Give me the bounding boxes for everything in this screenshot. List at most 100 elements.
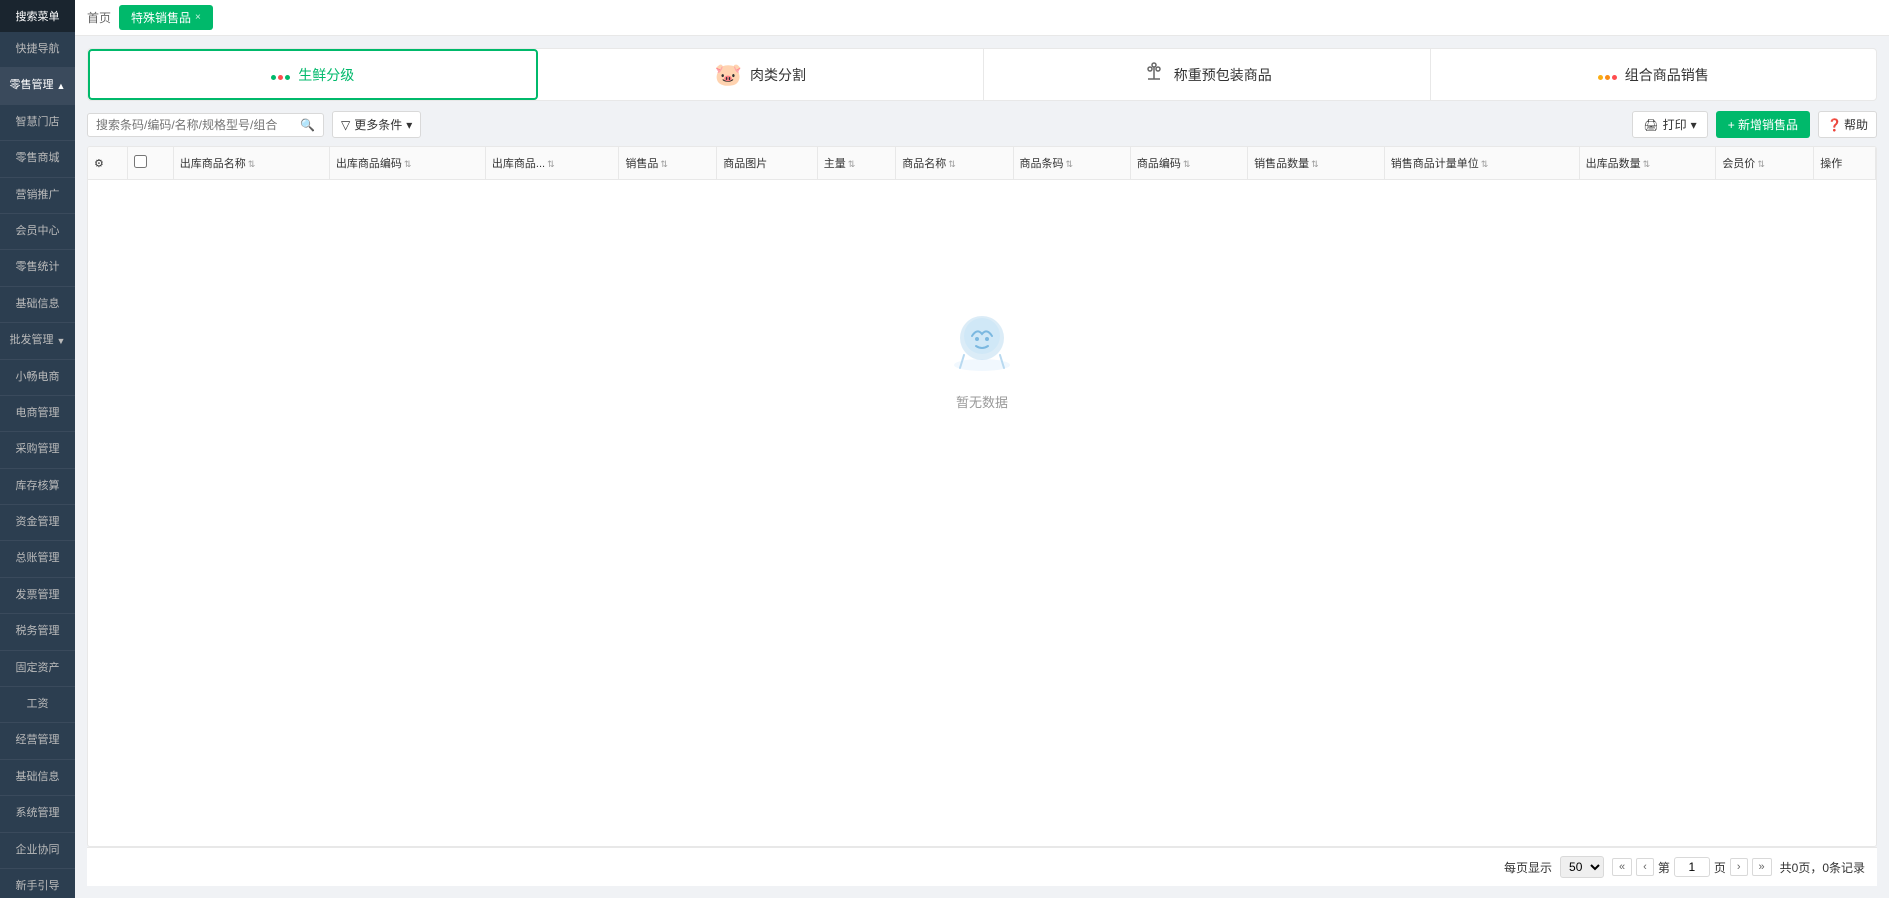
sort-icon[interactable]: ⇅ [404,159,412,169]
col-out-spec: 出库商品...⇅ [485,147,618,180]
col-main-weight: 主量⇅ [817,147,896,180]
fresh-grade-icon [271,67,290,83]
sidebar-item-inventory[interactable]: 库存核算 [0,469,75,505]
data-table: ⚙ 出库商品名称⇅ 出库商品编码⇅ 出库商品...⇅ 销售品⇅ 商品图片 主量⇅… [87,146,1877,847]
col-action: 操作 [1814,147,1876,180]
scale-icon [1142,61,1166,88]
chevron-down-icon: ▲ [57,80,66,93]
col-sale-qty: 销售品数量⇅ [1248,147,1385,180]
sidebar-item-basic-info[interactable]: 基础信息 [0,287,75,323]
filter-label: 更多条件 [354,116,402,133]
sidebar-logo[interactable]: 搜索菜单 [0,0,75,32]
sort-icon[interactable]: ⇅ [248,159,256,169]
help-button[interactable]: ❓ 帮助 [1818,111,1877,138]
col-sale-unit: 销售商品计量单位⇅ [1384,147,1579,180]
combo-icon [1598,67,1617,83]
sidebar-item-new-guide[interactable]: 新手引导 [0,869,75,898]
sort-icon[interactable]: ⇅ [1311,159,1319,169]
sidebar-item-retail-stats[interactable]: 零售统计 [0,250,75,286]
col-out-qty: 出库品数量⇅ [1579,147,1716,180]
table-header-row: ⚙ 出库商品名称⇅ 出库商品编码⇅ 出库商品...⇅ 销售品⇅ 商品图片 主量⇅… [88,147,1876,180]
col-goods-barcode: 商品条码⇅ [1013,147,1130,180]
sidebar-item-marketing[interactable]: 营销推广 [0,178,75,214]
col-out-name: 出库商品名称⇅ [173,147,329,180]
sidebar-item-smart-store[interactable]: 智慧门店 [0,105,75,141]
sidebar-item-finance[interactable]: 资金管理 [0,505,75,541]
page-unit: 页 [1714,859,1726,876]
sort-icon[interactable]: ⇅ [547,159,555,169]
select-all-checkbox[interactable] [134,155,147,168]
total-info: 共0页，0条记录 [1780,859,1865,876]
filter-arrow-icon: ▾ [406,118,412,132]
sidebar-item-sys-mgmt[interactable]: 系统管理 [0,796,75,832]
topbar: 首页 特殊销售品 × [75,0,1889,36]
sidebar-item-quick-nav[interactable]: 快捷导航 [0,32,75,68]
sidebar-item-ecomm-mgmt[interactable]: 电商管理 [0,396,75,432]
print-button[interactable]: 🖨 打印 ▾ [1632,111,1707,138]
sort-icon[interactable]: ⇅ [1481,159,1489,169]
sidebar-item-wholesale-mgmt[interactable]: 批发管理 ▼ [0,323,75,359]
col-goods-code: 商品编码⇅ [1130,147,1247,180]
scale-pack-label: 称重预包装商品 [1174,65,1272,85]
tab-combo[interactable]: 组合商品销售 [1431,49,1877,100]
sidebar-item-enterprise[interactable]: 企业协同 [0,833,75,869]
tab-scale-pack[interactable]: 称重预包装商品 [984,49,1431,100]
sidebar-item-ops-mgmt[interactable]: 经营管理 [0,723,75,759]
help-icon: ❓ [1827,118,1842,132]
combo-label: 组合商品销售 [1625,65,1709,85]
sale-items-table: ⚙ 出库商品名称⇅ 出库商品编码⇅ 出库商品...⇅ 销售品⇅ 商品图片 主量⇅… [88,147,1876,180]
col-member-price: 会员价⇅ [1716,147,1814,180]
sidebar-item-invoice[interactable]: 发票管理 [0,578,75,614]
col-sale-item: 销售品⇅ [619,147,717,180]
next-page-button[interactable]: › [1730,858,1748,876]
tab-meat-cut[interactable]: 🐷 肉类分割 [538,49,985,100]
sort-icon[interactable]: ⇅ [1066,159,1074,169]
sort-icon[interactable]: ⇅ [1757,159,1765,169]
sidebar-item-retail-mgmt[interactable]: 零售管理 ▲ [0,68,75,104]
sort-icon[interactable]: ⇅ [948,159,956,169]
filter-button[interactable]: ▽ 更多条件 ▾ [332,111,421,138]
print-arrow-icon: ▾ [1691,118,1697,132]
sidebar-item-payroll[interactable]: 工资 [0,687,75,723]
sort-icon[interactable]: ⇅ [660,159,668,169]
col-img: 商品图片 [717,147,817,180]
sidebar-item-retail-mall[interactable]: 零售商城 [0,141,75,177]
tab-fresh-grade[interactable]: 生鲜分级 [88,49,538,100]
pagination: 每页显示 50 « ‹ 第 页 › » 共0页，0条记录 [87,847,1877,886]
home-link[interactable]: 首页 [87,9,111,26]
search-input[interactable] [96,118,296,132]
last-page-button[interactable]: » [1752,858,1772,876]
empty-text: 暂无数据 [956,392,1008,411]
col-goods-name: 商品名称⇅ [896,147,1013,180]
col-out-code: 出库商品编码⇅ [329,147,485,180]
sidebar-item-tax[interactable]: 税务管理 [0,614,75,650]
sidebar-item-fixed-assets[interactable]: 固定资产 [0,651,75,687]
col-checkbox[interactable] [127,147,173,180]
help-label: 帮助 [1844,116,1868,133]
new-sale-button[interactable]: + 新增销售品 [1716,111,1810,138]
sidebar-item-member[interactable]: 会员中心 [0,214,75,250]
sort-icon[interactable]: ⇅ [1643,159,1651,169]
page-input[interactable] [1674,857,1710,877]
search-box[interactable]: 🔍 [87,113,324,137]
sort-icon[interactable]: ⇅ [1183,159,1191,169]
tab-label: 特殊销售品 [131,9,191,26]
empty-state: 暂无数据 [88,180,1876,530]
sidebar-item-purchase-mgmt[interactable]: 采购管理 [0,432,75,468]
sidebar-item-basic-info2[interactable]: 基础信息 [0,760,75,796]
page-navigation: « ‹ 第 页 › » [1612,857,1772,877]
prev-page-button[interactable]: ‹ [1636,858,1654,876]
col-settings[interactable]: ⚙ [88,147,127,180]
first-page-button[interactable]: « [1612,858,1632,876]
page-content: 生鲜分级 🐷 肉类分割 称重预包装商品 [75,36,1889,898]
active-tab[interactable]: 特殊销售品 × [119,5,213,30]
main-content: 首页 特殊销售品 × 生鲜分级 🐷 [75,0,1889,898]
tab-close-icon[interactable]: × [195,12,201,23]
category-tabs: 生鲜分级 🐷 肉类分割 称重预包装商品 [87,48,1877,101]
print-icon: 🖨 [1643,118,1658,132]
per-page-select[interactable]: 50 [1560,856,1604,878]
pig-icon: 🐷 [715,62,742,88]
sort-icon[interactable]: ⇅ [848,159,856,169]
sidebar-item-ledger[interactable]: 总账管理 [0,541,75,577]
sidebar-item-small-shop[interactable]: 小畅电商 [0,360,75,396]
